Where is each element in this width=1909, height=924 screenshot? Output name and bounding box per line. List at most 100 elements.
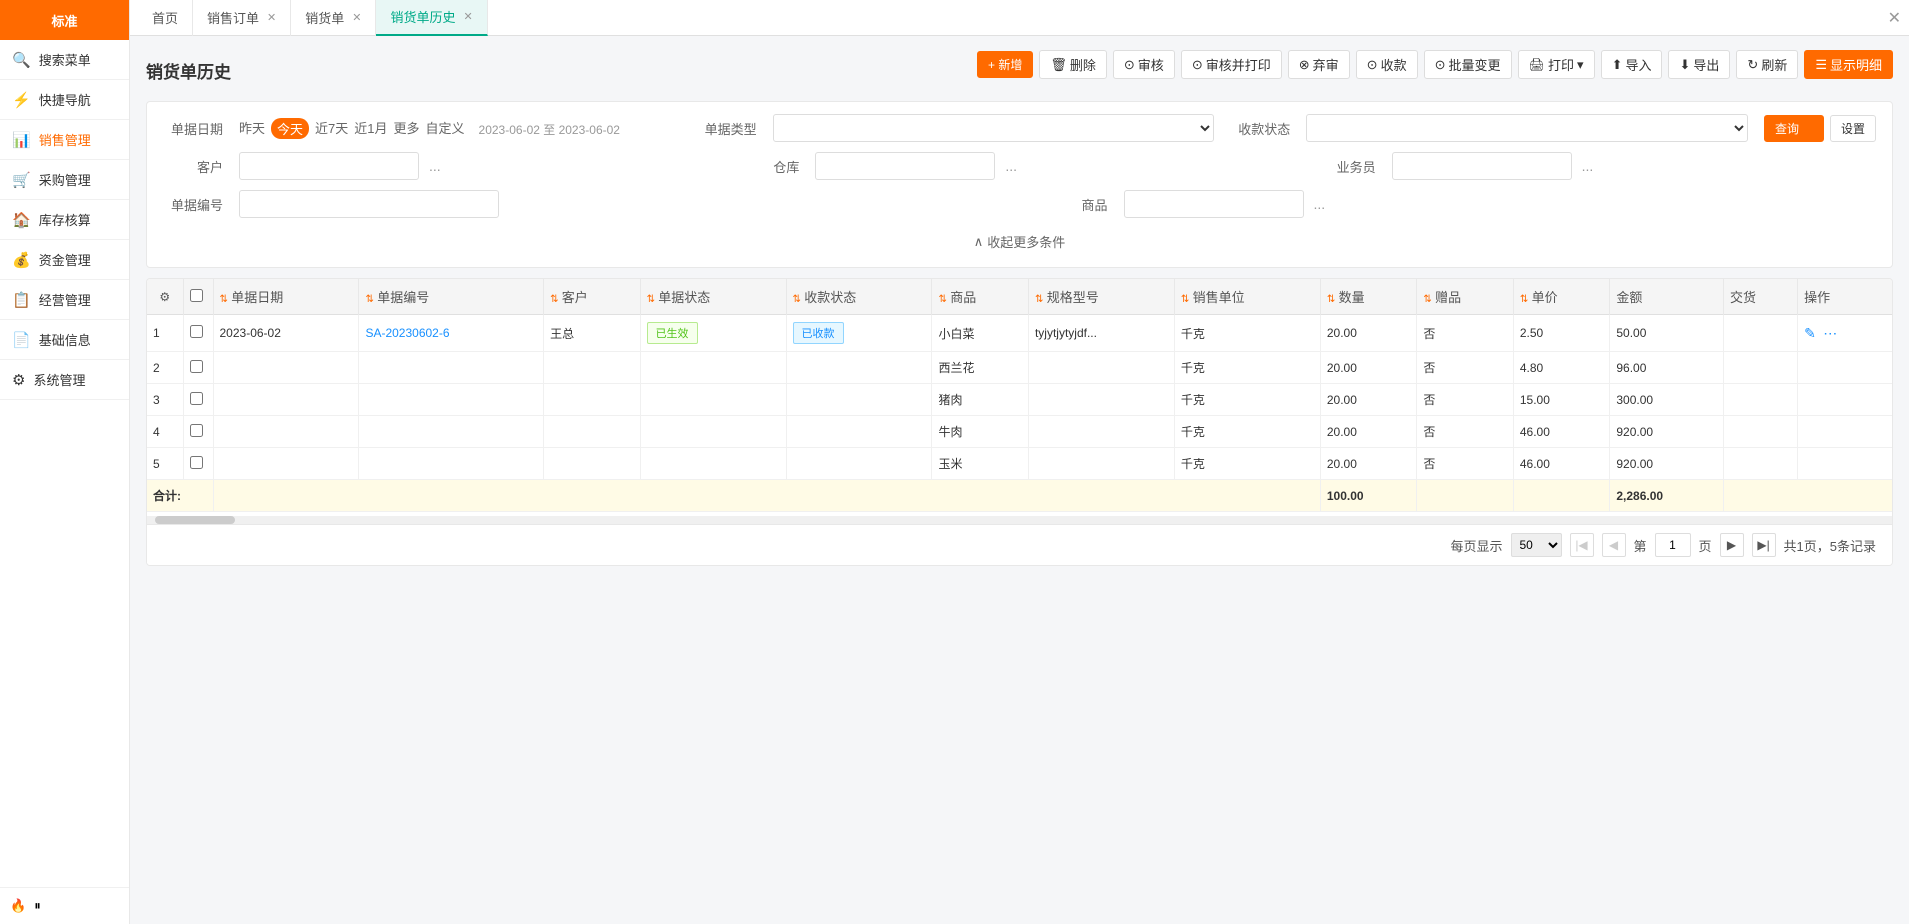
col-price[interactable]: ⇅ 单价 [1513, 279, 1610, 315]
row-checkbox[interactable] [183, 384, 213, 416]
col-gift[interactable]: ⇅ 赠品 [1417, 279, 1514, 315]
tab-sales-history-close[interactable]: ✕ [464, 10, 473, 23]
tab-sales-history[interactable]: 销货单历史 ✕ [376, 0, 487, 36]
sidebar-item-operations[interactable]: 📋 经营管理 [0, 280, 129, 320]
tab-sales-order-close[interactable]: ✕ [267, 11, 276, 24]
export-button[interactable]: ⬇ 导出 [1668, 50, 1730, 79]
col-doc-status[interactable]: ⇅ 单据状态 [640, 279, 786, 315]
customer-input[interactable] [239, 152, 419, 180]
scrollbar-thumb[interactable] [155, 516, 235, 524]
header-top: 销货单历史 + 新增 🗑 删除 ⊙ 审核 ⊙ 审核并打印 ⊗ 弃审 [146, 50, 1893, 91]
doc-type-select[interactable] [773, 114, 1215, 142]
date-1month[interactable]: 近1月 [354, 118, 387, 139]
system-icon: ⚙ [12, 371, 25, 389]
sidebar-item-sales-mgmt[interactable]: 📊 销售管理 [0, 120, 129, 160]
abandon-button[interactable]: ⊗ 弃审 [1288, 50, 1350, 79]
row-select[interactable] [190, 392, 203, 405]
row-price: 2.50 [1513, 315, 1610, 352]
payment-status-select[interactable] [1306, 114, 1748, 142]
import-button[interactable]: ⬆ 导入 [1601, 50, 1663, 79]
finance-icon: 💰 [12, 251, 31, 269]
first-page-btn[interactable]: |◀ [1570, 533, 1594, 557]
row-checkbox[interactable] [183, 448, 213, 480]
show-details-button[interactable]: ☰ 显示明细 [1804, 50, 1893, 79]
per-page-select[interactable]: 50 20 100 [1511, 533, 1562, 557]
sidebar-item-inventory[interactable]: 🏠 库存核算 [0, 200, 129, 240]
date-custom[interactable]: 自定义 [426, 118, 465, 139]
col-qty[interactable]: ⇅ 数量 [1320, 279, 1417, 315]
sidebar-item-quick-nav[interactable]: ⚡ 快捷导航 [0, 80, 129, 120]
collapse-button[interactable]: ∧ 收起更多条件 [974, 228, 1066, 255]
new-button[interactable]: + 新增 [977, 51, 1033, 78]
row-checkbox[interactable] [183, 416, 213, 448]
row-idx: 5 [147, 448, 183, 480]
date-more[interactable]: 更多 [394, 118, 420, 139]
col-customer[interactable]: ⇅ 客户 [544, 279, 641, 315]
col-doc-no[interactable]: ⇅ 单据编号 [359, 279, 544, 315]
row-checkbox[interactable] [183, 352, 213, 384]
tab-sales-order[interactable]: 销售订单 ✕ [193, 0, 291, 36]
sidebar-item-purchase-mgmt[interactable]: 🛒 采购管理 [0, 160, 129, 200]
sales-rep-ellipsis[interactable]: ... [1578, 158, 1598, 174]
row-select[interactable] [190, 360, 203, 373]
row-doc-status [640, 416, 786, 448]
date-today[interactable]: 今天 [271, 118, 309, 139]
row-checkbox[interactable] [183, 315, 213, 352]
col-spec[interactable]: ⇅ 规格型号 [1028, 279, 1174, 315]
row-doc-no[interactable]: SA-20230602-6 [359, 315, 544, 352]
query-button[interactable]: 查询 [1764, 115, 1824, 142]
row-doc-no [359, 384, 544, 416]
audit-button[interactable]: ⊙ 审核 [1113, 50, 1175, 79]
sidebar-fire-icon[interactable]: 🔥 [10, 898, 26, 914]
row-select[interactable] [190, 424, 203, 437]
col-doc-date[interactable]: ⇅ 单据日期 [213, 279, 359, 315]
col-settings[interactable]: ⚙ [147, 279, 183, 315]
print-button[interactable]: 🖨 打印 ▾ [1518, 50, 1595, 79]
next-page-btn[interactable]: ▶ [1720, 533, 1744, 557]
row-select[interactable] [190, 456, 203, 469]
last-page-btn[interactable]: ▶| [1752, 533, 1776, 557]
collect-button[interactable]: ⊙ 收款 [1356, 50, 1418, 79]
col-checkbox[interactable] [183, 279, 213, 315]
tab-sales-goods-close[interactable]: ✕ [352, 11, 361, 24]
sidebar-item-system[interactable]: ⚙ 系统管理 [0, 360, 129, 400]
customer-ellipsis[interactable]: ... [425, 158, 445, 174]
date-yesterday[interactable]: 昨天 [239, 118, 265, 139]
sales-rep-input[interactable] [1392, 152, 1572, 180]
col-goods[interactable]: ⇅ 商品 [932, 279, 1029, 315]
col-unit[interactable]: ⇅ 销售单位 [1174, 279, 1320, 315]
row-doc-date [213, 384, 359, 416]
table-header-row: ⚙ ⇅ 单据日期 ⇅ 单据编号 ⇅ 客户 ⇅ 单据状态 ⇅ 收款状态 ⇅ 商品 … [147, 279, 1892, 315]
payment-status-label: 收款状态 [1230, 119, 1290, 138]
table-scrollbar[interactable] [147, 516, 1892, 524]
table-row: 3 猪肉 千克 20.00 否 15.00 300.00 [147, 384, 1892, 416]
date-7days[interactable]: 近7天 [315, 118, 348, 139]
sidebar-item-basic-info[interactable]: 📄 基础信息 [0, 320, 129, 360]
select-all-checkbox[interactable] [190, 289, 203, 302]
row-operation [1798, 416, 1892, 448]
goods-input[interactable] [1124, 190, 1304, 218]
row-idx: 1 [147, 315, 183, 352]
delete-button[interactable]: 🗑 删除 [1039, 50, 1107, 79]
sidebar-item-finance[interactable]: 💰 资金管理 [0, 240, 129, 280]
window-close-btn[interactable]: ✕ [1888, 8, 1901, 28]
audit-print-button[interactable]: ⊙ 审核并打印 [1181, 50, 1282, 79]
refresh-button[interactable]: ↻ 刷新 [1736, 50, 1798, 79]
doc-no-input[interactable] [239, 190, 499, 218]
tab-sales-goods[interactable]: 销货单 ✕ [291, 0, 376, 36]
prev-page-btn[interactable]: ◀ [1602, 533, 1626, 557]
row-select[interactable] [190, 325, 203, 338]
row-qty: 20.00 [1320, 448, 1417, 480]
goods-ellipsis[interactable]: ... [1310, 196, 1330, 212]
edit-icon[interactable]: ✎ [1804, 325, 1816, 341]
warehouse-input[interactable] [815, 152, 995, 180]
batch-change-button[interactable]: ⊙ 批量变更 [1424, 50, 1512, 79]
tab-home[interactable]: 首页 [138, 0, 193, 36]
sidebar-item-search[interactable]: 🔍 搜索菜单 [0, 40, 129, 80]
more-icon[interactable]: ⋯ [1823, 325, 1837, 341]
settings-button[interactable]: 设置 [1830, 115, 1876, 142]
current-page-input[interactable] [1655, 533, 1691, 557]
sidebar-pause-icon[interactable]: ⏸ [34, 898, 41, 914]
col-payment-status[interactable]: ⇅ 收款状态 [786, 279, 932, 315]
warehouse-ellipsis[interactable]: ... [1001, 158, 1021, 174]
